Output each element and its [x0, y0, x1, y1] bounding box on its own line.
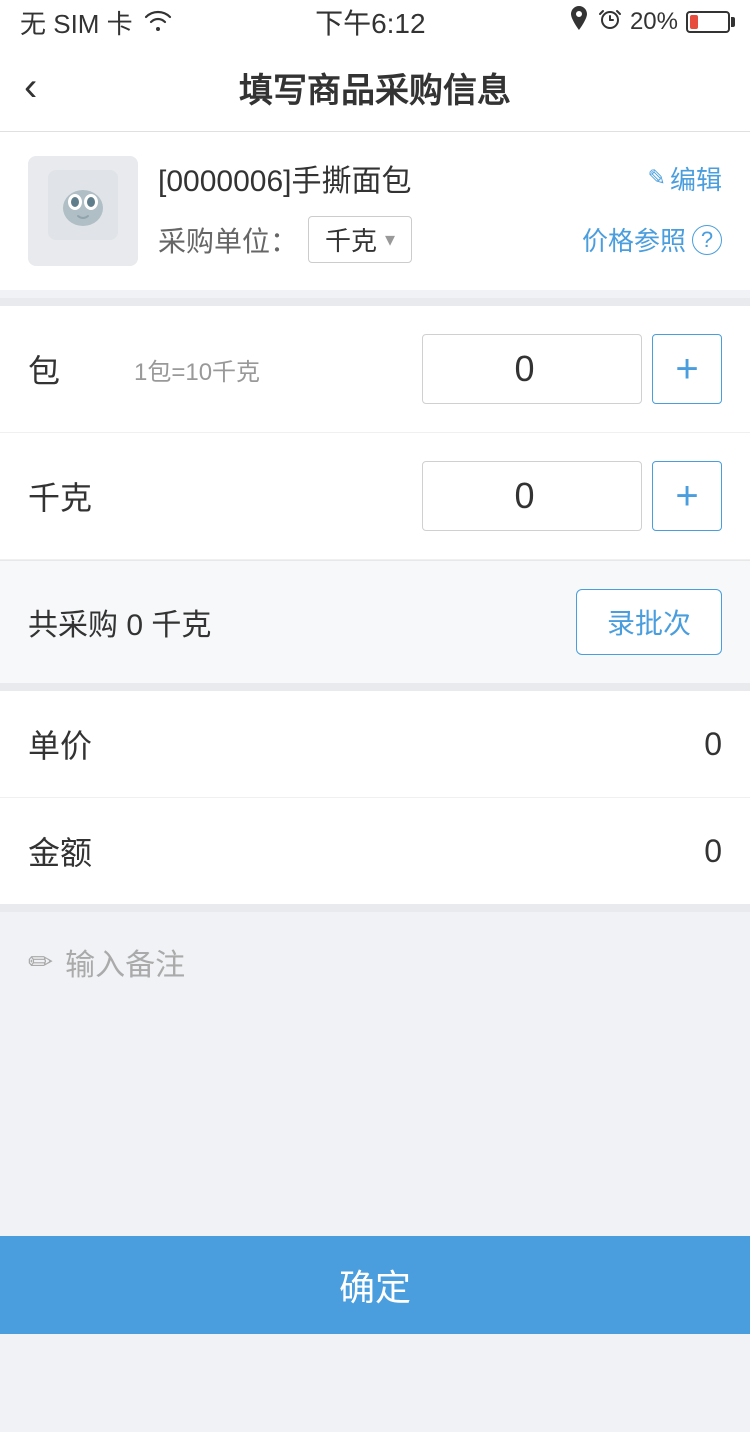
location-icon — [568, 6, 590, 39]
kg-input-wrap: + — [128, 461, 722, 531]
unit-price-label: 单价 — [28, 721, 92, 767]
quantity-section: 包 1包=10千克 + 千克 + — [0, 306, 750, 561]
pack-plus-button[interactable]: + — [652, 334, 722, 404]
edit-button[interactable]: ✎ 编辑 — [648, 160, 722, 197]
pack-input-wrap: + — [260, 334, 722, 404]
pack-sublabel: 1包=10千克 — [134, 352, 260, 387]
status-left: 无 SIM 卡 — [20, 4, 173, 41]
carrier-text: 无 SIM 卡 — [20, 4, 133, 41]
alarm-icon — [598, 7, 622, 38]
product-info: [0000006]手撕面包 ✎ 编辑 采购单位： 千克 ▾ 价格参照 ? — [158, 156, 722, 263]
pack-row: 包 1包=10千克 + — [0, 306, 750, 433]
page-title: 填写商品采购信息 — [239, 63, 511, 112]
product-unit-row: 采购单位： 千克 ▾ 价格参照 ? — [158, 216, 722, 263]
amount-value: 0 — [704, 833, 722, 870]
unit-price-value: 0 — [704, 726, 722, 763]
summary-text: 共采购 0 千克 — [28, 600, 211, 644]
price-ref-button[interactable]: 价格参照 ? — [582, 221, 722, 258]
nav-bar: ‹ 填写商品采购信息 — [0, 44, 750, 132]
time-text: 下午6:12 — [315, 2, 426, 42]
product-thumbnail — [28, 156, 138, 266]
separator-1 — [0, 298, 750, 306]
kg-label: 千克 — [28, 473, 128, 519]
product-card: [0000006]手撕面包 ✎ 编辑 采购单位： 千克 ▾ 价格参照 ? — [0, 132, 750, 298]
edit-icon: ✎ — [648, 165, 666, 191]
batch-button[interactable]: 录批次 — [576, 589, 722, 655]
pack-label: 包 — [28, 346, 128, 392]
unit-selector[interactable]: 采购单位： 千克 ▾ — [158, 216, 412, 263]
info-icon: ? — [692, 225, 722, 255]
product-name: [0000006]手撕面包 — [158, 156, 411, 200]
unit-dropdown[interactable]: 千克 ▾ — [308, 216, 412, 263]
status-right: 20% — [568, 6, 730, 39]
status-bar: 无 SIM 卡 下午6:12 20% — [0, 0, 750, 44]
amount-label: 金额 — [28, 828, 92, 874]
battery-pct: 20% — [630, 8, 678, 36]
confirm-button[interactable]: 确定 — [0, 1236, 750, 1334]
unit-price-row: 单价 0 — [0, 691, 750, 798]
notes-placeholder: 输入备注 — [65, 940, 185, 984]
unit-label: 采购单位： — [158, 220, 298, 260]
wifi-icon — [143, 7, 173, 38]
kg-input[interactable] — [422, 461, 642, 531]
pack-input[interactable] — [422, 334, 642, 404]
price-section: 单价 0 金额 0 — [0, 691, 750, 912]
product-header: [0000006]手撕面包 ✎ 编辑 — [158, 156, 722, 200]
back-button[interactable]: ‹ — [24, 65, 37, 110]
battery-icon — [686, 11, 730, 33]
product-thumb-icon — [48, 170, 118, 252]
dropdown-arrow: ▾ — [385, 227, 395, 252]
amount-row: 金额 0 — [0, 798, 750, 904]
kg-row: 千克 + — [0, 433, 750, 560]
kg-plus-button[interactable]: + — [652, 461, 722, 531]
notes-icon: ✏ — [28, 945, 53, 980]
notes-section[interactable]: ✏ 输入备注 — [0, 912, 750, 1012]
summary-row: 共采购 0 千克 录批次 — [0, 561, 750, 691]
